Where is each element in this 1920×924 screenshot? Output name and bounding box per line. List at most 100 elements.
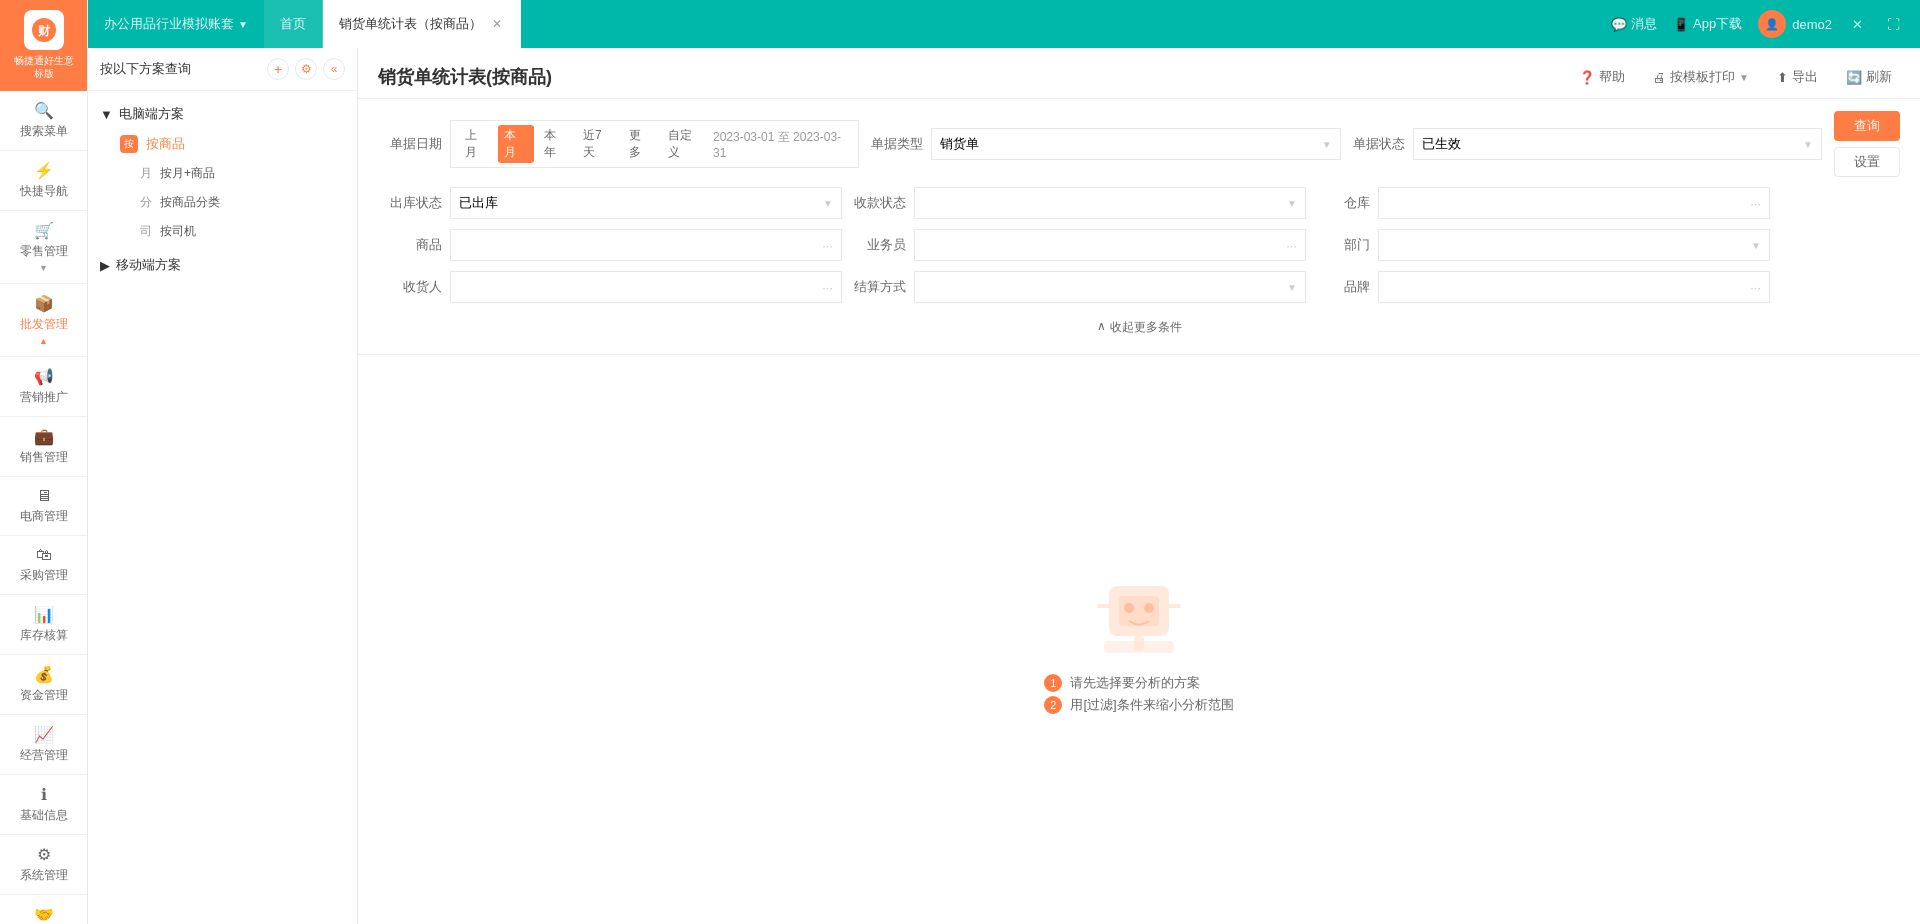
department-arrow-icon: ▼ [1751, 240, 1761, 251]
app-download-btn[interactable]: 📱 App下载 [1673, 15, 1742, 33]
date-btn-this-year[interactable]: 本年 [538, 125, 573, 163]
settings-button[interactable]: 设置 [1834, 147, 1900, 177]
refresh-btn[interactable]: 🔄 刷新 [1838, 64, 1900, 90]
tree-item-by-goods-label: 按商品 [146, 135, 185, 153]
date-filter-field[interactable]: 上月 本月 本年 近7天 更多 自定义 2023-03-01 至 2023-03… [450, 120, 859, 168]
tab-statistics[interactable]: 销货单统计表（按商品） ✕ [323, 0, 521, 48]
print-arrow-icon: ▼ [1739, 72, 1749, 83]
enterprise-icon: 🤝 [34, 905, 54, 924]
department-label: 部门 [1306, 236, 1378, 254]
print-label: 按模板打印 [1670, 68, 1735, 86]
sidebar-item-shortcut[interactable]: ⚡ 快捷导航 [0, 151, 87, 211]
sub-item-driver[interactable]: 司 按司机 [88, 217, 357, 246]
export-label: 导出 [1792, 68, 1818, 86]
sidebar-item-management[interactable]: 📈 经营管理 [0, 715, 87, 775]
sidebar-item-basic[interactable]: ℹ 基础信息 [0, 775, 87, 835]
content-area: 按以下方案查询 + ⚙ « ▼ 电脑端方案 按 按商品 月 [88, 48, 1920, 924]
warehouse-field[interactable]: ··· [1378, 187, 1770, 219]
message-label: 消息 [1631, 15, 1657, 33]
settlement-field[interactable]: ▼ [914, 271, 1306, 303]
refresh-label: 刷新 [1866, 68, 1892, 86]
doc-type-field[interactable]: 销货单 ▼ [931, 128, 1340, 160]
sidebar-item-label-shortcut: 快捷导航 [20, 183, 68, 200]
tab-home-label: 首页 [280, 15, 306, 33]
doc-type-value: 销货单 [940, 135, 979, 153]
left-panel: 按以下方案查询 + ⚙ « ▼ 电脑端方案 按 按商品 月 [88, 48, 358, 924]
sidebar-item-enterprise[interactable]: 🤝 企业协同 [0, 895, 87, 924]
date-btn-this-month[interactable]: 本月 [498, 125, 533, 163]
query-button[interactable]: 查询 [1834, 111, 1900, 141]
inventory-icon: 📊 [34, 605, 54, 624]
goods-label: 商品 [378, 236, 450, 254]
sub-item-month-goods[interactable]: 月 按月+商品 [88, 159, 357, 188]
query-btn-group: 查询 设置 [1822, 111, 1900, 177]
sidebar-item-label-retail: 零售管理 [20, 243, 68, 260]
print-btn[interactable]: 🖨 按模板打印 ▼ [1645, 64, 1757, 90]
sub-item-goods-category[interactable]: 分 按商品分类 [88, 188, 357, 217]
sub-item-driver-label: 按司机 [160, 223, 196, 240]
collapse-text: 收起更多条件 [1110, 319, 1182, 336]
panel-actions: + ⚙ « [267, 58, 345, 80]
doc-status-field[interactable]: 已生效 ▼ [1413, 128, 1822, 160]
tab-home[interactable]: 首页 [264, 0, 323, 48]
sidebar-item-ecommerce[interactable]: 🖥 电商管理 [0, 477, 87, 536]
filter-area: 单据日期 上月 本月 本年 近7天 更多 自定义 2023-03-01 至 20… [358, 99, 1920, 355]
filter-row-4: 收货人 ··· 结算方式 ▼ 品牌 ··· [378, 271, 1900, 303]
warehouse-status-value: 已出库 [459, 194, 498, 212]
sidebar-item-sales[interactable]: 💼 销售管理 [0, 417, 87, 477]
date-btn-last-month[interactable]: 上月 [459, 125, 494, 163]
empty-tip-1-text: 请先选择要分析的方案 [1070, 674, 1200, 692]
sidebar-item-label-management: 经营管理 [20, 747, 68, 764]
top-nav: 办公用品行业模拟账套 ▼ 首页 销货单统计表（按商品） ✕ 💬 消息 📱 App… [88, 0, 1920, 48]
management-icon: 📈 [34, 725, 54, 744]
warehouse-status-field[interactable]: 已出库 ▼ [450, 187, 842, 219]
message-btn[interactable]: 💬 消息 [1611, 15, 1657, 33]
collapse-bar[interactable]: ∧ 收起更多条件 [378, 313, 1900, 342]
recipient-field[interactable]: ··· [450, 271, 842, 303]
collapse-panel-btn[interactable]: « [323, 58, 345, 80]
sidebar-item-retail[interactable]: 🛒 零售管理 ▼ [0, 211, 87, 284]
help-btn[interactable]: ❓ 帮助 [1571, 64, 1633, 90]
goods-icon: 按 [120, 135, 138, 153]
sidebar-item-finance[interactable]: 💰 资金管理 [0, 655, 87, 715]
settlement-label: 结算方式 [842, 278, 914, 296]
salesman-dots: ··· [1286, 238, 1297, 253]
sidebar-item-label-finance: 资金管理 [20, 687, 68, 704]
window-close-btn[interactable]: ✕ [1848, 13, 1867, 36]
sidebar-item-search[interactable]: 🔍 搜索菜单 [0, 91, 87, 151]
sidebar-item-label-purchase: 采购管理 [20, 567, 68, 584]
sidebar-item-inventory[interactable]: 📊 库存核算 [0, 595, 87, 655]
date-range-value: 2023-03-01 至 2023-03-31 [713, 129, 850, 160]
sidebar-item-label-basic: 基础信息 [20, 807, 68, 824]
date-btn-custom[interactable]: 自定义 [662, 125, 709, 163]
sidebar: 财 畅捷通好生意 标版 🔍 搜索菜单 ⚡ 快捷导航 🛒 零售管理 ▼ 📦 批发管… [0, 0, 88, 924]
sidebar-item-marketing[interactable]: 📢 营销推广 [0, 357, 87, 417]
user-area[interactable]: 👤 demo2 [1758, 10, 1832, 38]
tab-bar: 首页 销货单统计表（按商品） ✕ [264, 0, 1611, 48]
ecommerce-icon: 🖥 [36, 487, 52, 505]
date-btn-more[interactable]: 更多 [623, 125, 658, 163]
payment-status-field[interactable]: ▼ [914, 187, 1306, 219]
page-actions: ❓ 帮助 🖨 按模板打印 ▼ ⬆ 导出 🔄 刷新 [1571, 64, 1900, 90]
tree-group-mobile[interactable]: ▶ 移动端方案 [88, 250, 357, 280]
empty-tip-2-text: 用[过滤]条件来缩小分析范围 [1070, 696, 1233, 714]
sidebar-item-system[interactable]: ⚙ 系统管理 [0, 835, 87, 895]
app-selector[interactable]: 办公用品行业模拟账套 ▼ [104, 15, 248, 33]
refresh-icon: 🔄 [1846, 70, 1862, 85]
settings-scheme-btn[interactable]: ⚙ [295, 58, 317, 80]
brand-field[interactable]: ··· [1378, 271, 1770, 303]
help-icon: ❓ [1579, 70, 1595, 85]
sidebar-item-purchase[interactable]: 🛍 采购管理 [0, 536, 87, 595]
tree-item-by-goods[interactable]: 按 按商品 [88, 129, 357, 159]
tree-group-pc[interactable]: ▼ 电脑端方案 [88, 99, 357, 129]
department-field[interactable]: ▼ [1378, 229, 1770, 261]
add-scheme-btn[interactable]: + [267, 58, 289, 80]
help-label: 帮助 [1599, 68, 1625, 86]
tab-close-icon[interactable]: ✕ [490, 15, 504, 33]
sidebar-item-wholesale[interactable]: 📦 批发管理 ▲ [0, 284, 87, 357]
goods-field[interactable]: ··· [450, 229, 842, 261]
date-btn-7days[interactable]: 近7天 [577, 125, 619, 163]
window-maximize-btn[interactable]: ⛶ [1883, 13, 1904, 36]
export-btn[interactable]: ⬆ 导出 [1769, 64, 1826, 90]
salesman-field[interactable]: ··· [914, 229, 1306, 261]
